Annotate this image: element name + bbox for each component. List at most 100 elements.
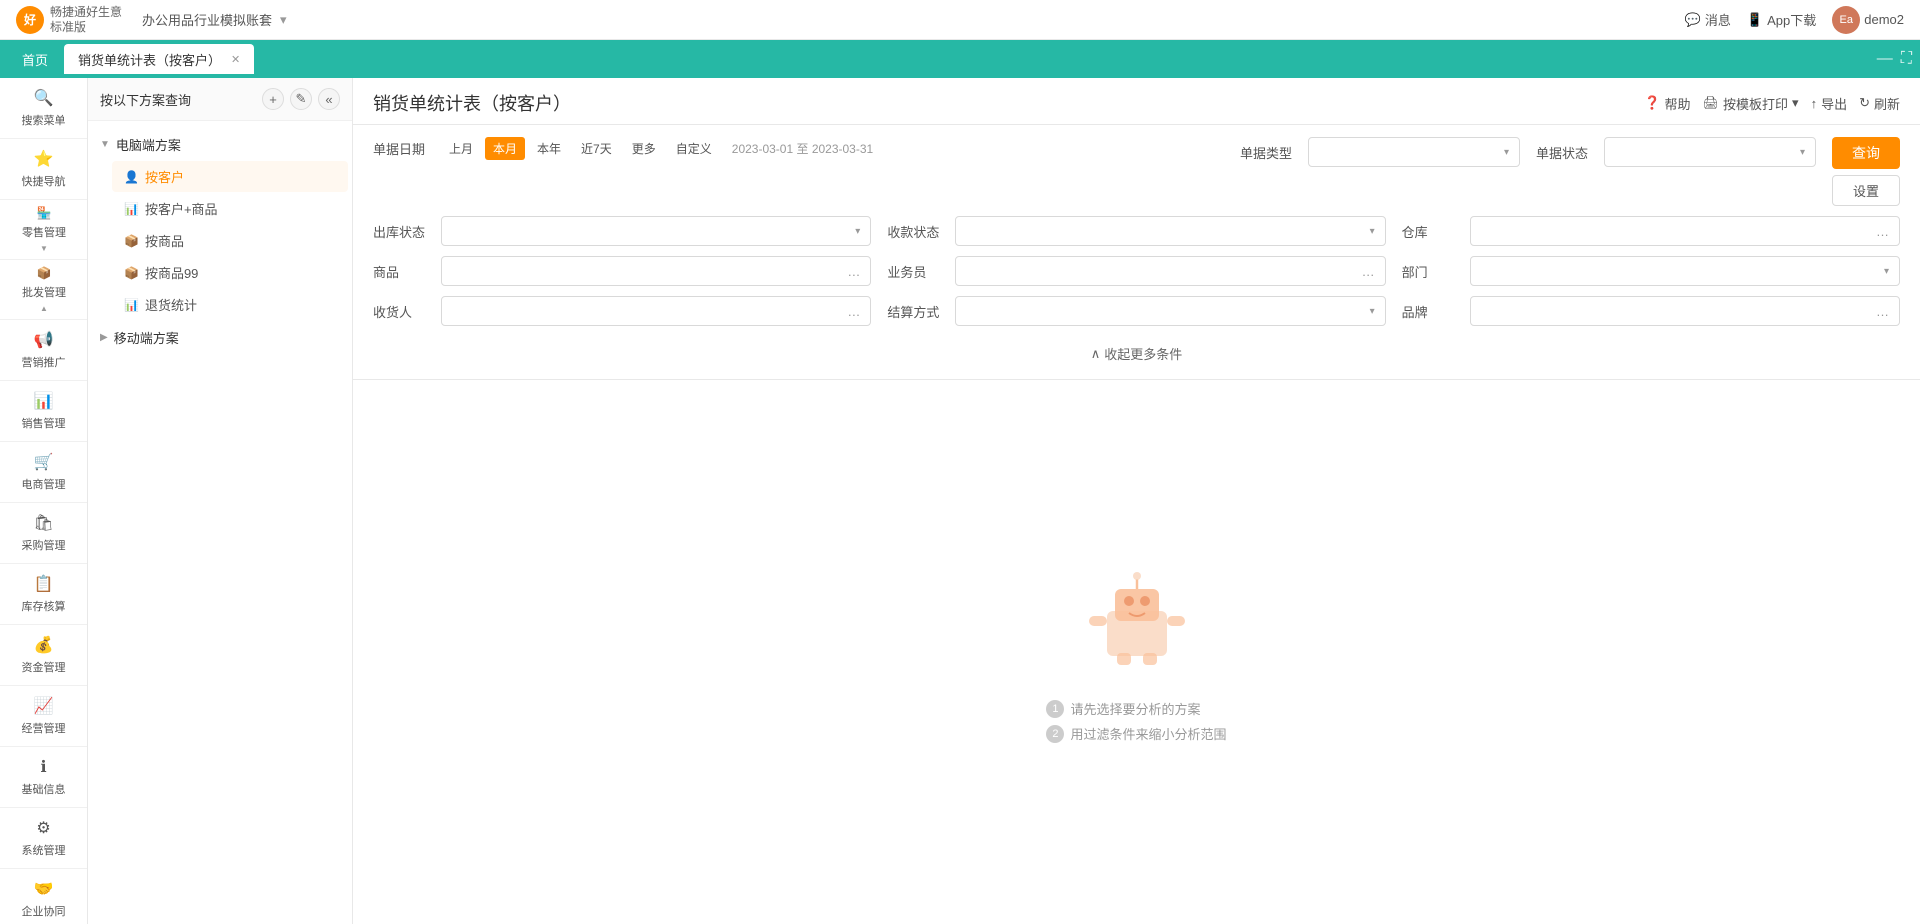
doc-type-chevron: ▾ — [1504, 147, 1509, 158]
date-preset-this-year[interactable]: 本年 — [529, 137, 569, 160]
sidebar-item-inventory[interactable]: 📋 库存核算 — [0, 564, 87, 625]
scheme-panel: 按以下方案查询 + ✎ « ▼ 电脑端方案 👤 — [88, 78, 353, 924]
template-print-button[interactable]: 🖨 按模板打印 ▾ — [1703, 94, 1799, 113]
tree-group-mobile-header[interactable]: ▶ 移动端方案 — [88, 322, 352, 353]
sidebar-item-finance[interactable]: 💰 资金管理 — [0, 625, 87, 686]
salesperson-select[interactable]: … — [955, 256, 1385, 286]
print-dropdown-icon: ▾ — [1792, 95, 1799, 111]
refresh-icon: ↻ — [1859, 95, 1870, 111]
return-stats-icon: 📊 — [124, 298, 139, 312]
retail-mgmt-arrow: ▼ — [40, 244, 48, 253]
salesperson-ellipsis[interactable]: … — [1362, 264, 1375, 279]
tree-item-by-customer[interactable]: 👤 按客户 — [112, 161, 348, 192]
page-title: 销货单统计表（按客户） — [373, 90, 571, 116]
dept-select[interactable]: ▾ — [1470, 256, 1900, 286]
top-bar-left: 好 畅捷通好生意 标准版 办公用品行业模拟账套 ▾ — [16, 5, 287, 34]
receipt-status-chevron: ▾ — [1370, 226, 1375, 237]
help-button[interactable]: ❓ 帮助 — [1644, 94, 1690, 113]
user-menu[interactable]: Ea demo2 — [1832, 6, 1904, 34]
scheme-actions: + ✎ « — [262, 88, 340, 110]
date-preset-last-month[interactable]: 上月 — [441, 137, 481, 160]
tree-group-desktop-header[interactable]: ▼ 电脑端方案 — [88, 129, 352, 160]
marketing-icon: 📢 — [34, 330, 54, 350]
sidebar-item-ecommerce[interactable]: 🛒 电商管理 — [0, 442, 87, 503]
main-content: 销货单统计表（按客户） ❓ 帮助 🖨 按模板打印 ▾ ↑ 导出 — [353, 78, 1920, 924]
maximize-button[interactable]: ⛶ — [1901, 50, 1912, 68]
receipt-status-select[interactable]: ▾ — [955, 216, 1385, 246]
sidebar-item-wholesale-mgmt[interactable]: 📦 批发管理 ▲ — [0, 260, 88, 320]
sidebar-item-operations[interactable]: 📈 经营管理 — [0, 686, 87, 747]
operations-icon: 📈 — [34, 696, 54, 716]
system-mgmt-icon: ⚙ — [36, 818, 50, 838]
tree-item-by-goods[interactable]: 📦 按商品 — [112, 225, 348, 256]
export-icon: ↑ — [1811, 96, 1818, 111]
tab-close-icon[interactable]: ✕ — [231, 53, 240, 66]
date-preset-this-month[interactable]: 本月 — [485, 137, 525, 160]
doc-status-chevron: ▾ — [1800, 147, 1805, 158]
sidebar-item-basic-info[interactable]: ℹ 基础信息 — [0, 747, 87, 808]
avatar: Ea — [1832, 6, 1860, 34]
message-button[interactable]: 💬 消息 — [1685, 10, 1731, 29]
system-title-dropdown[interactable]: ▾ — [280, 12, 287, 28]
sidebar-item-sales-mgmt[interactable]: 📊 销售管理 — [0, 381, 87, 442]
sidebar-item-retail-mgmt[interactable]: 🏪 零售管理 ▼ — [0, 200, 88, 260]
sidebar-item-purchase-mgmt[interactable]: 🛍 采购管理 — [0, 503, 87, 564]
empty-hint-item-2: 2 用过滤条件来缩小分析范围 — [1046, 724, 1226, 743]
minimize-button[interactable]: — — [1877, 50, 1893, 68]
logo-text: 畅捷通好生意 标准版 — [50, 5, 122, 34]
sidebar-item-search-menu[interactable]: 🔍 搜索菜单 — [0, 78, 87, 139]
date-preset-last-7-days[interactable]: 近7天 — [573, 137, 620, 160]
tab-home[interactable]: 首页 — [8, 44, 62, 74]
collapse-button[interactable]: ∧ 收起更多条件 — [1079, 340, 1195, 367]
query-button[interactable]: 查询 — [1832, 137, 1900, 169]
sidebar-item-quick-nav[interactable]: ⭐ 快捷导航 — [0, 139, 87, 200]
hint-num-1: 1 — [1046, 700, 1064, 718]
scheme-header: 按以下方案查询 + ✎ « — [88, 78, 352, 121]
tree-item-by-customer-goods[interactable]: 📊 按客户+商品 — [112, 193, 348, 224]
doc-type-select[interactable]: ▾ — [1308, 137, 1520, 167]
date-preset-custom[interactable]: 自定义 — [668, 137, 720, 160]
goods-ellipsis[interactable]: … — [847, 264, 860, 279]
empty-robot-svg — [1077, 561, 1197, 671]
tree-arrow-desktop: ▼ — [100, 139, 110, 150]
goods-select[interactable]: … — [441, 256, 871, 286]
date-preset-more[interactable]: 更多 — [624, 137, 664, 160]
tree-item-by-goods-99[interactable]: 📦 按商品99 — [112, 257, 348, 288]
window-controls: — ⛶ — [1877, 50, 1912, 68]
inventory-icon: 📋 — [34, 574, 54, 594]
tree-item-return-stats[interactable]: 📊 退货统计 — [112, 289, 348, 320]
by-goods-99-icon: 📦 — [124, 266, 139, 280]
system-title[interactable]: 办公用品行业模拟账套 — [142, 10, 272, 29]
export-button[interactable]: ↑ 导出 — [1811, 94, 1848, 113]
scheme-edit-button[interactable]: ✎ — [290, 88, 312, 110]
doc-status-label: 单据状态 — [1536, 143, 1596, 162]
out-status-select[interactable]: ▾ — [441, 216, 871, 246]
consignee-ellipsis[interactable]: … — [847, 304, 860, 319]
warehouse-ellipsis[interactable]: … — [1876, 224, 1889, 239]
scheme-title: 按以下方案查询 — [100, 90, 254, 109]
tree-group-desktop: ▼ 电脑端方案 👤 按客户 📊 按客户+商品 📦 — [88, 129, 352, 320]
scheme-tree: ▼ 电脑端方案 👤 按客户 📊 按客户+商品 📦 — [88, 121, 352, 924]
ecommerce-icon: 🛒 — [34, 452, 54, 472]
sidebar-item-marketing[interactable]: 📢 营销推广 — [0, 320, 87, 381]
app-download-button[interactable]: 📱 App下载 — [1747, 10, 1816, 29]
salesperson-label: 业务员 — [887, 262, 947, 281]
consignee-label: 收货人 — [373, 302, 433, 321]
dept-chevron: ▾ — [1884, 266, 1889, 277]
doc-status-select[interactable]: ▾ — [1604, 137, 1816, 167]
sidebar-item-enterprise[interactable]: 🤝 企业协同 — [0, 869, 87, 924]
refresh-button[interactable]: ↻ 刷新 — [1859, 94, 1900, 113]
scheme-collapse-button[interactable]: « — [318, 88, 340, 110]
settings-button[interactable]: 设置 — [1832, 175, 1900, 206]
wholesale-mgmt-arrow: ▲ — [40, 304, 48, 313]
settlement-select[interactable]: ▾ — [955, 296, 1385, 326]
brand-select[interactable]: … — [1470, 296, 1900, 326]
brand-ellipsis[interactable]: … — [1876, 304, 1889, 319]
consignee-select[interactable]: … — [441, 296, 871, 326]
tab-sales-stats[interactable]: 销货单统计表（按客户） ✕ — [64, 44, 254, 74]
warehouse-select[interactable]: … — [1470, 216, 1900, 246]
by-customer-goods-icon: 📊 — [124, 202, 139, 216]
scheme-add-button[interactable]: + — [262, 88, 284, 110]
retail-mgmt-icon: 🏪 — [37, 206, 52, 220]
sidebar-item-system-mgmt[interactable]: ⚙ 系统管理 — [0, 808, 87, 869]
